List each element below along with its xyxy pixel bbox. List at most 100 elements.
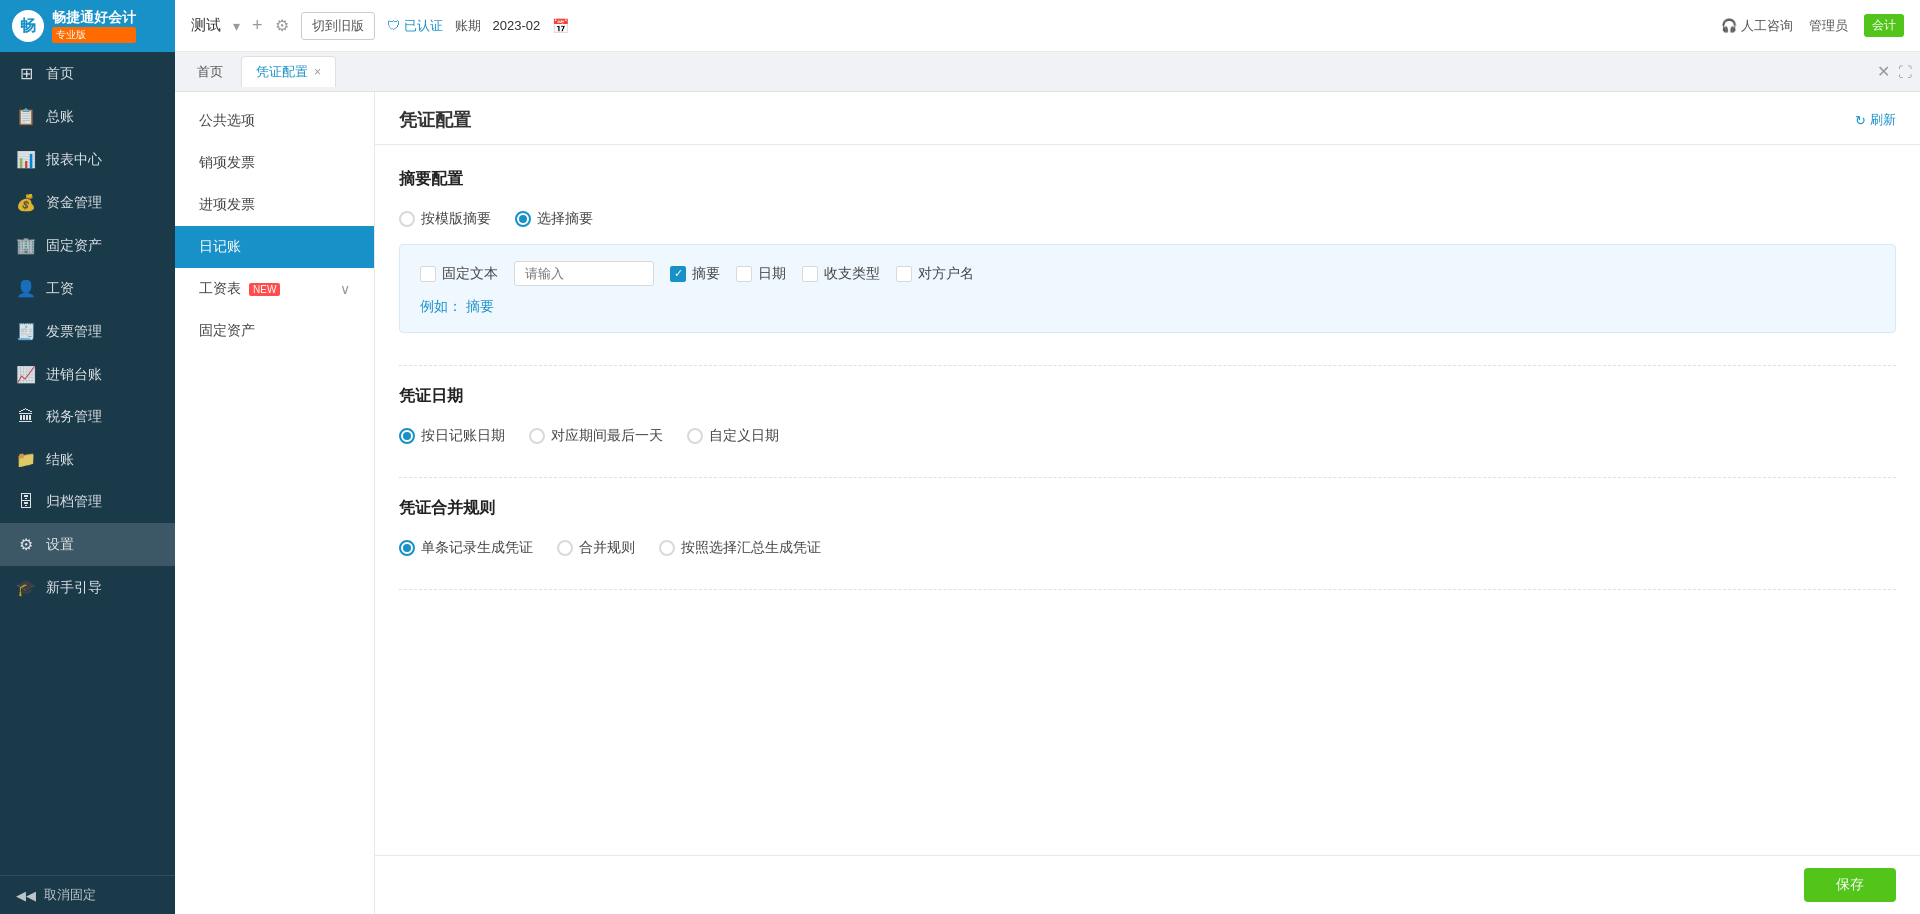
tax-icon: 🏛	[16, 408, 36, 426]
refresh-btn[interactable]: ↻ 刷新	[1855, 111, 1896, 129]
counterpart-checkbox-item[interactable]: 对方户名	[896, 265, 974, 283]
abstract-option-select[interactable]: 选择摘要	[515, 210, 593, 228]
sidebar-item-funds[interactable]: 💰 资金管理	[0, 181, 175, 224]
logo-icon: 畅	[12, 10, 44, 42]
left-nav-public-label: 公共选项	[199, 112, 255, 128]
date-option-journal[interactable]: 按日记账日期	[399, 427, 505, 445]
sidebar-scroll: ⊞ 首页 📋 总账 📊 报表中心 💰 资金管理 🏢 固定资产 👤 工资 🧾 发票…	[0, 52, 175, 875]
sidebar-item-archive[interactable]: 🗄 归档管理	[0, 481, 175, 523]
switch-version-button[interactable]: 切到旧版	[301, 12, 375, 40]
cancel-fixed-label: 取消固定	[44, 886, 96, 904]
date-option-period-last[interactable]: 对应期间最后一天	[529, 427, 663, 445]
sidebar-item-guide[interactable]: 🎓 新手引导	[0, 566, 175, 609]
income-type-checkbox-item[interactable]: 收支类型	[802, 265, 880, 283]
left-nav-public[interactable]: 公共选项	[175, 100, 374, 142]
income-type-checkbox[interactable]	[802, 266, 818, 282]
save-button[interactable]: 保存	[1804, 868, 1896, 902]
role-badge[interactable]: 会计	[1864, 14, 1904, 37]
sidebar-item-label: 首页	[46, 65, 74, 83]
merge-radio-group: 单条记录生成凭证 合并规则 按照选择汇总生成凭证	[399, 539, 1896, 557]
date-journal-label: 按日记账日期	[421, 427, 505, 445]
left-nav-payroll[interactable]: 工资表 NEW ∨	[175, 268, 374, 310]
pin-icon: ◀◀	[16, 888, 36, 903]
merge-title: 凭证合并规则	[399, 498, 1896, 519]
date-radio-group: 按日记账日期 对应期间最后一天 自定义日期	[399, 427, 1896, 445]
sidebar-item-ledger[interactable]: 📋 总账	[0, 95, 175, 138]
sidebar-item-report[interactable]: 📊 报表中心	[0, 138, 175, 181]
left-nav-purchase-invoice[interactable]: 进项发票	[175, 184, 374, 226]
settings-icon: ⚙	[16, 535, 36, 554]
shield-icon: 🛡	[387, 18, 400, 33]
abstract-config-box: 固定文本 ✓ 摘要 日期	[399, 244, 1896, 333]
sidebar-item-invoice[interactable]: 🧾 发票管理	[0, 310, 175, 353]
tab-home[interactable]: 首页	[183, 57, 237, 87]
add-icon[interactable]: +	[252, 15, 263, 36]
summary-checkbox[interactable]: ✓	[670, 266, 686, 282]
date-journal-radio[interactable]	[399, 428, 415, 444]
fixed-text-input[interactable]	[514, 261, 654, 286]
sidebar-item-label: 固定资产	[46, 237, 102, 255]
date-section: 凭证日期 按日记账日期 对应期间最后一天 自定义日期	[399, 386, 1896, 445]
merge-single-label: 单条记录生成凭证	[421, 539, 533, 557]
calendar-icon[interactable]: 📅	[552, 18, 569, 34]
left-nav-journal-label: 日记账	[199, 238, 241, 254]
counterpart-checkbox[interactable]	[896, 266, 912, 282]
merge-rule-label: 合并规则	[579, 539, 635, 557]
date-checkbox-item[interactable]: 日期	[736, 265, 786, 283]
summary-checkbox-item[interactable]: ✓ 摘要	[670, 265, 720, 283]
merge-option-single[interactable]: 单条记录生成凭证	[399, 539, 533, 557]
date-custom-radio[interactable]	[687, 428, 703, 444]
page-title: 凭证配置	[399, 108, 471, 132]
fixed-text-checkbox-item[interactable]: 固定文本	[420, 265, 498, 283]
fixed-text-checkbox[interactable]	[420, 266, 436, 282]
merge-option-rule[interactable]: 合并规则	[557, 539, 635, 557]
abstract-option-template[interactable]: 按模版摘要	[399, 210, 491, 228]
sidebar-item-assets[interactable]: 🏢 固定资产	[0, 224, 175, 267]
left-nav-fixed-assets[interactable]: 固定资产	[175, 310, 374, 352]
divider-2	[399, 477, 1896, 478]
date-period-last-radio[interactable]	[529, 428, 545, 444]
consult-btn[interactable]: 🎧 人工咨询	[1721, 17, 1793, 35]
sidebar-item-label: 设置	[46, 536, 74, 554]
main-area: 测试 ▾ + ⚙ 切到旧版 🛡 已认证 账期 2023-02 📅 🎧 人工咨询 …	[175, 0, 1920, 914]
topbar: 测试 ▾ + ⚙ 切到旧版 🛡 已认证 账期 2023-02 📅 🎧 人工咨询 …	[175, 0, 1920, 52]
sidebar-item-home[interactable]: ⊞ 首页	[0, 52, 175, 95]
cancel-fixed-btn[interactable]: ◀◀ 取消固定	[0, 875, 175, 914]
period-value: 2023-02	[493, 18, 541, 33]
invoice-icon: 🧾	[16, 322, 36, 341]
abstract-template-radio[interactable]	[399, 211, 415, 227]
left-nav: 公共选项 销项发票 进项发票 日记账 工资表 NEW ∨ 固定资产	[175, 92, 375, 914]
edition-badge: 专业版	[52, 27, 136, 43]
sidebar-item-settings[interactable]: ⚙ 设置	[0, 523, 175, 566]
gear-icon[interactable]: ⚙	[275, 16, 289, 35]
date-checkbox[interactable]	[736, 266, 752, 282]
merge-summary-radio[interactable]	[659, 540, 675, 556]
window-close-icon[interactable]: ✕	[1877, 62, 1890, 81]
closing-icon: 📁	[16, 450, 36, 469]
date-title: 凭证日期	[399, 386, 1896, 407]
certified-badge: 🛡 已认证	[387, 17, 443, 35]
sidebar-item-label: 税务管理	[46, 408, 102, 426]
abstract-config-row: 固定文本 ✓ 摘要 日期	[420, 261, 1875, 286]
left-nav-journal[interactable]: 日记账	[175, 226, 374, 268]
tab-close-icon[interactable]: ×	[314, 65, 321, 79]
left-nav-sales-invoice[interactable]: 销项发票	[175, 142, 374, 184]
sidebar-item-tax[interactable]: 🏛 税务管理	[0, 396, 175, 438]
project-chevron-icon[interactable]: ▾	[233, 18, 240, 34]
merge-option-summary[interactable]: 按照选择汇总生成凭证	[659, 539, 821, 557]
sidebar-item-payroll[interactable]: 👤 工资	[0, 267, 175, 310]
abstract-select-radio[interactable]	[515, 211, 531, 227]
salesledger-icon: 📈	[16, 365, 36, 384]
tab-voucher-config[interactable]: 凭证配置 ×	[241, 56, 336, 87]
report-icon: 📊	[16, 150, 36, 169]
sidebar-item-closing[interactable]: 📁 结账	[0, 438, 175, 481]
logo-text-block: 畅捷通好会计 专业版	[52, 9, 136, 44]
sidebar-item-salesledger[interactable]: 📈 进销台账	[0, 353, 175, 396]
expand-icon[interactable]: ⛶	[1898, 64, 1912, 80]
merge-rule-radio[interactable]	[557, 540, 573, 556]
abstract-section: 摘要配置 按模版摘要 选择摘要	[399, 169, 1896, 333]
sidebar-item-label: 工资	[46, 280, 74, 298]
date-option-custom[interactable]: 自定义日期	[687, 427, 779, 445]
admin-label[interactable]: 管理员	[1809, 17, 1848, 35]
merge-single-radio[interactable]	[399, 540, 415, 556]
